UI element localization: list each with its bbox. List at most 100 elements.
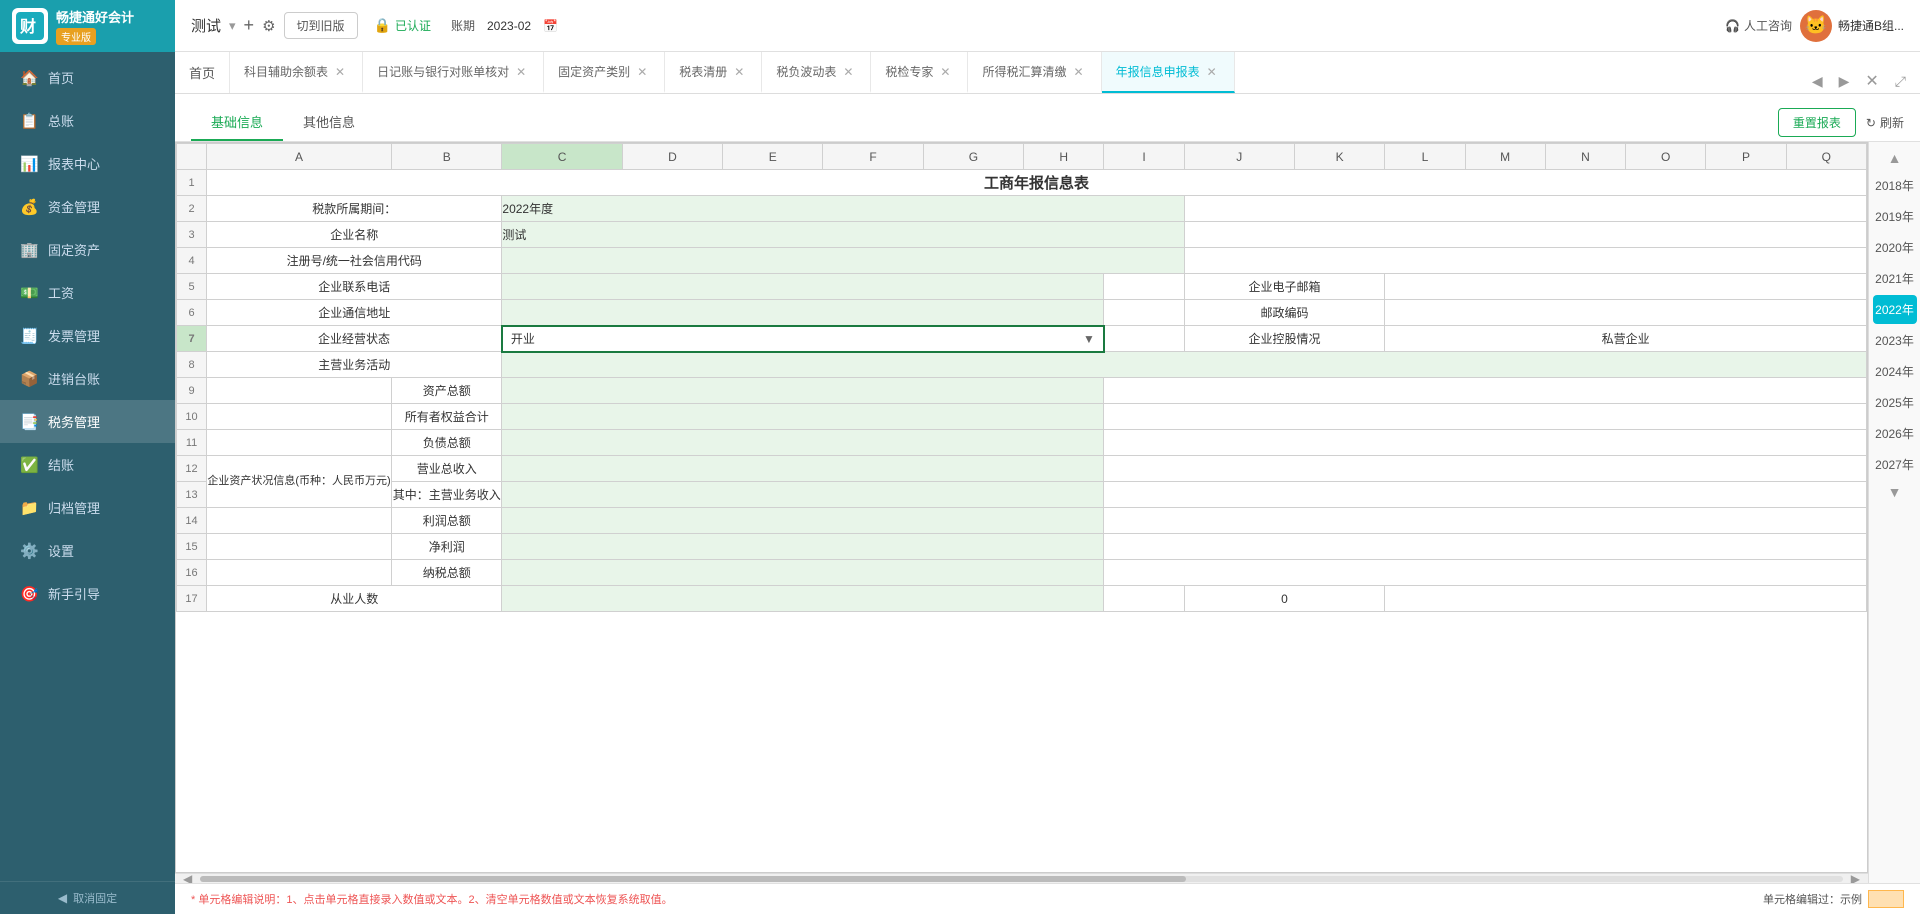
tab-income-tax[interactable]: 所得税汇算清缴 ✕: [968, 52, 1101, 93]
user-menu[interactable]: 🐱 畅捷通B组...: [1800, 10, 1904, 42]
tab-income-tax-close[interactable]: ✕: [1071, 64, 1087, 80]
sidebar-item-invoice[interactable]: 🧾 发票管理: [0, 314, 175, 357]
year-item-2020[interactable]: 2020年: [1873, 233, 1917, 262]
row2-value[interactable]: 2022年度: [502, 196, 1184, 222]
logo-app-name: 畅捷通好会计: [56, 7, 134, 26]
year-down-button[interactable]: ▼: [1877, 480, 1913, 504]
row5-mid: [1104, 274, 1184, 300]
tab-journal-bank-close[interactable]: ✕: [513, 64, 529, 80]
row17-value[interactable]: [502, 586, 1104, 612]
spreadsheet[interactable]: A B C D E F G H I J K L: [175, 142, 1868, 873]
year-item-2018[interactable]: 2018年: [1873, 171, 1917, 200]
sheet-table: A B C D E F G H I J K L: [176, 143, 1867, 612]
sidebar-item-ledger[interactable]: 📋 总账: [0, 99, 175, 142]
table-row: 9 资产总额: [177, 378, 1867, 404]
service-button[interactable]: 🎧 人工咨询: [1725, 17, 1792, 34]
row6-value[interactable]: [502, 300, 1104, 326]
horizontal-scrollbar[interactable]: ◀ ▶: [175, 873, 1868, 883]
certified-icon: 🔒: [374, 17, 391, 34]
tab-fixed-assets-cat[interactable]: 固定资产类别 ✕: [544, 52, 665, 93]
sidebar-item-guide[interactable]: 🎯 新手引导: [0, 572, 175, 615]
tab-tax-expert[interactable]: 税检专家 ✕: [871, 52, 968, 93]
sidebar-item-report[interactable]: 📊 报表中心: [0, 142, 175, 185]
tab-tax-table[interactable]: 税表清册 ✕: [665, 52, 762, 93]
sidebar-item-close[interactable]: ✅ 结账: [0, 443, 175, 486]
tab-subject-balance[interactable]: 科目辅助余额表 ✕: [230, 52, 363, 93]
certified-text: 已认证: [395, 17, 431, 34]
year-item-2022[interactable]: 2022年: [1873, 295, 1917, 324]
calendar-icon[interactable]: 📅: [543, 19, 558, 33]
tab-prev-icon[interactable]: ◀: [1806, 71, 1829, 92]
tab-annual-report[interactable]: 年报信息申报表 ✕: [1102, 52, 1235, 93]
year-up-button[interactable]: ▲: [1877, 146, 1913, 170]
sidebar-item-assets[interactable]: 🏢 固定资产: [0, 228, 175, 271]
tab-subject-balance-close[interactable]: ✕: [332, 64, 348, 80]
sidebar-item-settings[interactable]: ⚙️ 设置: [0, 529, 175, 572]
row7-right-label: 企业控股情况: [1184, 326, 1385, 352]
sheet-title-cell[interactable]: 工商年报信息表: [207, 170, 1867, 196]
sidebar-item-fund[interactable]: 💰 资金管理: [0, 185, 175, 228]
scroll-right-icon[interactable]: ▶: [1847, 872, 1864, 884]
year-item-2027[interactable]: 2027年: [1873, 450, 1917, 479]
tab-tax-burden-close[interactable]: ✕: [840, 64, 856, 80]
tab-expand-icon[interactable]: ⤢: [1889, 71, 1912, 92]
tab-close-all-icon[interactable]: ✕: [1859, 69, 1884, 93]
year-item-2025[interactable]: 2025年: [1873, 388, 1917, 417]
reset-button[interactable]: 重置报表: [1778, 108, 1856, 137]
add-tab-icon[interactable]: +: [244, 15, 255, 36]
old-version-button[interactable]: 切到旧版: [284, 12, 358, 39]
row6-right-value[interactable]: [1385, 300, 1867, 326]
dropdown-arrow-icon[interactable]: ▾: [229, 18, 236, 34]
sidebar-item-salary[interactable]: 💵 工资: [0, 271, 175, 314]
scroll-left-icon[interactable]: ◀: [179, 872, 196, 884]
row16-value[interactable]: [502, 560, 1104, 586]
year-item-2026[interactable]: 2026年: [1873, 419, 1917, 448]
dropdown-arrow-icon: ▼: [1083, 332, 1095, 346]
sidebar-item-archive[interactable]: 📁 归档管理: [0, 486, 175, 529]
year-item-2023[interactable]: 2023年: [1873, 326, 1917, 355]
tab-tax-burden[interactable]: 税负波动表 ✕: [762, 52, 871, 93]
row4-value[interactable]: [502, 248, 1184, 274]
year-item-2024[interactable]: 2024年: [1873, 357, 1917, 386]
unfix-button[interactable]: ◀ 取消固定: [0, 881, 175, 914]
row15-value[interactable]: [502, 534, 1104, 560]
sidebar-item-tax[interactable]: 📑 税务管理: [0, 400, 175, 443]
sidebar-item-assets-label: 固定资产: [48, 240, 100, 259]
unfix-icon: ◀: [58, 891, 67, 905]
sidebar-item-home[interactable]: 🏠 首页: [0, 56, 175, 99]
refresh-button[interactable]: ↻ 刷新: [1866, 114, 1904, 131]
row7-right-value[interactable]: 私营企业: [1385, 326, 1867, 352]
year-item-2019[interactable]: 2019年: [1873, 202, 1917, 231]
bottom-example: 单元格编辑过：示例: [1763, 890, 1904, 908]
scroll-thumb[interactable]: [200, 876, 1186, 882]
tab-tax-expert-close[interactable]: ✕: [937, 64, 953, 80]
row12-value[interactable]: [502, 456, 1104, 482]
tab-fixed-assets-cat-close[interactable]: ✕: [634, 64, 650, 80]
tab-next-icon[interactable]: ▶: [1833, 71, 1856, 92]
row8-value[interactable]: [502, 352, 1867, 378]
row11-value[interactable]: [502, 430, 1104, 456]
inner-tab-basic-label: 基础信息: [211, 115, 263, 130]
scroll-track[interactable]: [200, 876, 1843, 882]
row5-right-value[interactable]: [1385, 274, 1867, 300]
row5-value[interactable]: [502, 274, 1104, 300]
gear-icon[interactable]: ⚙: [262, 17, 275, 35]
row9-value[interactable]: [502, 378, 1104, 404]
row10-value[interactable]: [502, 404, 1104, 430]
row13-value[interactable]: [502, 482, 1104, 508]
tab-home[interactable]: 首页: [175, 52, 230, 93]
sidebar-item-stockledger[interactable]: 📦 进销台账: [0, 357, 175, 400]
inner-tab-other[interactable]: 其他信息: [283, 104, 375, 141]
row14-value[interactable]: [502, 508, 1104, 534]
tab-tax-table-close[interactable]: ✕: [731, 64, 747, 80]
row3-value[interactable]: 测试: [502, 222, 1184, 248]
topbar: 测试 ▾ + ⚙ 切到旧版 🔒 已认证 账期 2023-02 📅 🎧 人工咨询 …: [175, 0, 1920, 52]
row7-dropdown-cell[interactable]: 开业 ▼: [502, 326, 1104, 352]
tab-journal-bank[interactable]: 日记账与银行对账单核对 ✕: [363, 52, 544, 93]
salary-icon: 💵: [20, 284, 38, 302]
table-row: 8 主营业务活动: [177, 352, 1867, 378]
inner-tab-basic[interactable]: 基础信息: [191, 104, 283, 141]
row7-label: 企业经营状态: [207, 326, 502, 352]
year-item-2021[interactable]: 2021年: [1873, 264, 1917, 293]
tab-annual-report-close[interactable]: ✕: [1204, 64, 1220, 80]
